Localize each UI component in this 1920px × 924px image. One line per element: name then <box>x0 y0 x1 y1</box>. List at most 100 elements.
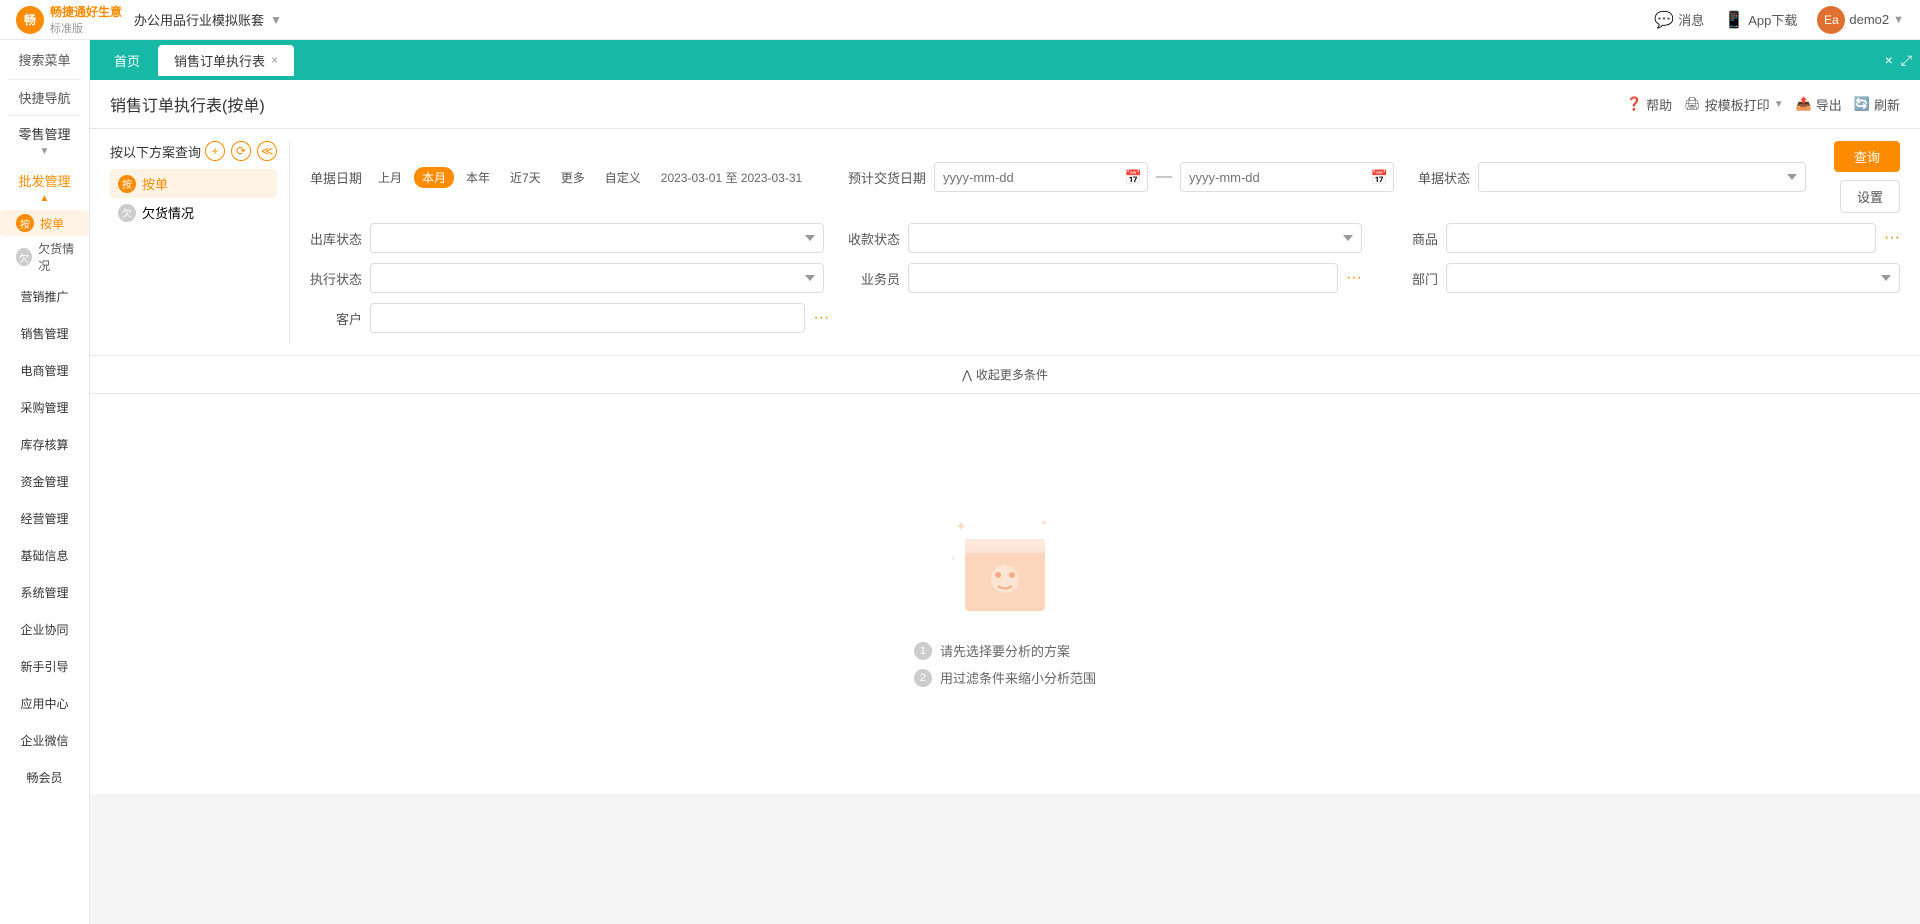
tab-actions: × ⤢ <box>1885 52 1912 69</box>
scheme-icon-by-order: 按 <box>118 175 136 193</box>
doc-status-select-wrapper <box>1478 162 1806 192</box>
sidebar-item-finance[interactable]: 资金管理 <box>0 463 89 500</box>
exec-status-select[interactable] <box>370 263 824 293</box>
date-quick-buttons: 上月 本月 本年 近7天 更多 自定义 <box>370 167 649 188</box>
goods-input[interactable] <box>1446 223 1876 253</box>
expected-date-end-input[interactable] <box>1180 162 1394 192</box>
retail-arrow: ▼ <box>40 146 50 157</box>
empty-illustration: ✦ ✦ ✦ <box>935 501 1075 621</box>
page-title: 销售订单执行表(按单) <box>110 92 265 128</box>
topbar-left: 畅 畅捷通好生意 标准版 办公用品行业模拟账套 ▼ <box>16 3 282 36</box>
by-order-icon: 按 <box>16 214 34 232</box>
collapse-bar[interactable]: ⋀ 收起更多条件 <box>90 356 1920 394</box>
dept-select[interactable] <box>1446 263 1900 293</box>
tab-maximize-icon[interactable]: ⤢ <box>1901 52 1912 69</box>
sidebar-item-system[interactable]: 系统管理 <box>0 574 89 611</box>
print-button[interactable]: 🖨 按模板打印 ▼ <box>1684 95 1783 114</box>
logo-text: 畅捷通好生意 标准版 <box>50 3 122 36</box>
svg-text:✦: ✦ <box>950 554 957 563</box>
filter-row-2: 出库状态 收款状态 <box>302 223 1900 253</box>
page-content: 销售订单执行表(按单) ❓ 帮助 🖨 按模板打印 ▼ 📤 导出 <box>90 80 1920 924</box>
filter-doc-status-field: 单据状态 <box>1410 162 1806 192</box>
sidebar-item-wechat[interactable]: 企业微信 <box>0 722 89 759</box>
customer-input[interactable] <box>370 303 805 333</box>
step-2-num: 2 <box>914 669 932 687</box>
filter-fields: 单据日期 上月 本月 本年 近7天 更多 自定义 2023-03-01 至 20… <box>302 141 1900 343</box>
sidebar-item-purchase[interactable]: 采购管理 <box>0 389 89 426</box>
add-scheme-button[interactable]: + <box>205 141 225 161</box>
filter-scheme-actions: + ⟳ ≪ <box>205 141 277 161</box>
date-btn-more[interactable]: 更多 <box>553 167 593 188</box>
print-dropdown-icon: ▼ <box>1774 99 1784 110</box>
sidebar-sub-shortage[interactable]: 欠 欠货情况 <box>0 236 89 278</box>
export-icon: 📤 <box>1796 96 1812 112</box>
sidebar-item-appstore[interactable]: 应用中心 <box>0 685 89 722</box>
goods-dots-icon[interactable]: ··· <box>1884 229 1900 247</box>
filter-receipt-status-field: 收款状态 <box>840 223 1362 253</box>
msg-button[interactable]: 💬 消息 <box>1654 10 1704 30</box>
expected-date-end-wrapper: 📅 <box>1180 162 1394 192</box>
sidebar-item-inventory[interactable]: 库存核算 <box>0 426 89 463</box>
doc-status-select[interactable] <box>1478 162 1806 192</box>
out-status-select[interactable] <box>370 223 824 253</box>
export-button[interactable]: 📤 导出 <box>1796 95 1842 114</box>
app-download-button[interactable]: 📱 App下载 <box>1724 10 1797 30</box>
setting-button[interactable]: 设置 <box>1840 180 1900 213</box>
svg-text:✦: ✦ <box>955 518 967 534</box>
sidebar-item-operation[interactable]: 经营管理 <box>0 500 89 537</box>
page-header: 销售订单执行表(按单) ❓ 帮助 🖨 按模板打印 ▼ 📤 导出 <box>90 80 1920 129</box>
svg-text:✦: ✦ <box>1040 518 1048 529</box>
date-btn-7days[interactable]: 近7天 <box>502 167 549 188</box>
scheme-item-shortage[interactable]: 欠 欠货情况 <box>110 198 277 227</box>
receipt-status-select-wrapper <box>908 223 1362 253</box>
sidebar-search-menu[interactable]: 搜索菜单 <box>0 40 89 79</box>
sidebar-item-marketing[interactable]: 营销推广 <box>0 278 89 315</box>
date-btn-this-year[interactable]: 本年 <box>458 167 498 188</box>
shortage-icon: 欠 <box>16 248 32 266</box>
salesperson-input[interactable] <box>908 263 1338 293</box>
content-area: 首页 销售订单执行表 × × ⤢ 销售订单执行表(按单) ❓ 帮助 <box>90 40 1920 924</box>
sidebar-item-retail[interactable]: 零售管理 ▼ <box>0 116 89 163</box>
date-btn-this-month[interactable]: 本月 <box>414 167 454 188</box>
tab-minimize-icon[interactable]: × <box>1885 52 1893 68</box>
refresh-icon: 🔄 <box>1854 96 1870 112</box>
filter-row-3: 执行状态 业务员 ··· <box>302 263 1900 293</box>
filter-dept-field: 部门 <box>1378 263 1900 293</box>
page-header-actions: ❓ 帮助 🖨 按模板打印 ▼ 📤 导出 🔄 刷新 <box>1626 95 1900 126</box>
sidebar-item-vip[interactable]: 畅会员 <box>0 759 89 796</box>
sidebar-item-collab[interactable]: 企业协同 <box>0 611 89 648</box>
logo-char: 畅 <box>24 11 36 28</box>
scheme-icon-shortage: 欠 <box>118 204 136 222</box>
sidebar-item-newbie[interactable]: 新手引导 <box>0 648 89 685</box>
tab-close-icon[interactable]: × <box>271 53 278 67</box>
filter-row-1: 单据日期 上月 本月 本年 近7天 更多 自定义 2023-03-01 至 20… <box>302 141 1900 213</box>
receipt-status-select[interactable] <box>908 223 1362 253</box>
collapse-button[interactable]: ⋀ 收起更多条件 <box>950 362 1060 387</box>
scheme-item-by-order[interactable]: 按 按单 <box>110 169 277 198</box>
logo-icon: 畅 <box>16 6 44 34</box>
avatar: Ea <box>1817 6 1845 34</box>
tab-sales-exec[interactable]: 销售订单执行表 × <box>158 45 294 76</box>
user-dropdown-arrow: ▼ <box>1893 14 1904 26</box>
filter-scheme-title: 按以下方案查询 + ⟳ ≪ <box>110 141 277 161</box>
sidebar-item-sales[interactable]: 销售管理 <box>0 315 89 352</box>
empty-state: ✦ ✦ ✦ 1 请先选择要分析的方案 2 用过滤条件来缩小分析范围 <box>90 394 1920 794</box>
help-button[interactable]: ❓ 帮助 <box>1626 95 1672 114</box>
query-button[interactable]: 查询 <box>1834 141 1900 172</box>
user-menu[interactable]: Ea demo2 ▼ <box>1817 6 1904 34</box>
sidebar-item-wholesale[interactable]: 批发管理 ▲ <box>0 163 89 210</box>
expected-date-start-input[interactable] <box>934 162 1148 192</box>
sidebar-sub-by-order[interactable]: 按 按单 <box>0 210 89 236</box>
sidebar-quick-nav[interactable]: 快捷导航 <box>0 80 89 115</box>
refresh-button[interactable]: 🔄 刷新 <box>1854 95 1900 114</box>
refresh-scheme-button[interactable]: ⟳ <box>231 141 251 161</box>
sidebar-item-basic[interactable]: 基础信息 <box>0 537 89 574</box>
salesperson-dots-icon[interactable]: ··· <box>1346 269 1362 287</box>
date-btn-custom[interactable]: 自定义 <box>597 167 649 188</box>
collapse-scheme-button[interactable]: ≪ <box>257 141 277 161</box>
sidebar-item-ecommerce[interactable]: 电商管理 <box>0 352 89 389</box>
customer-dots-icon[interactable]: ··· <box>813 309 829 327</box>
step-1-num: 1 <box>914 642 932 660</box>
date-btn-last-month[interactable]: 上月 <box>370 167 410 188</box>
tab-home[interactable]: 首页 <box>98 45 156 76</box>
